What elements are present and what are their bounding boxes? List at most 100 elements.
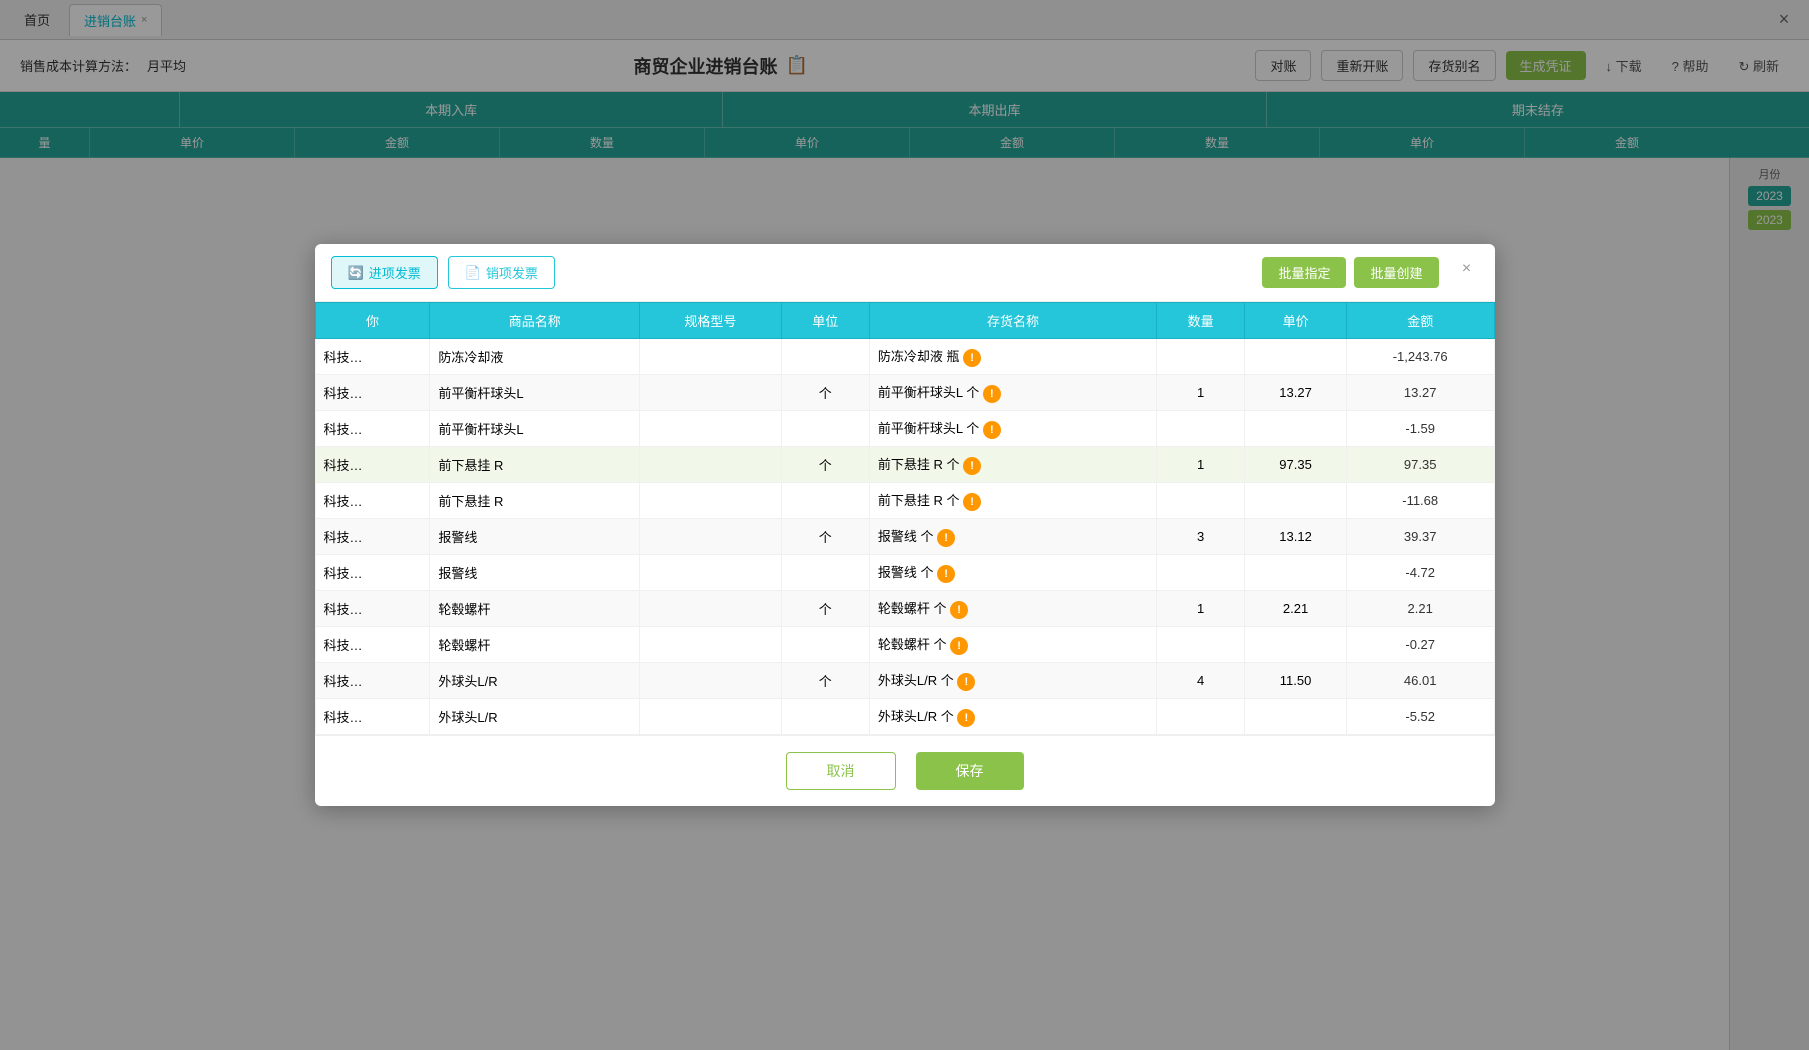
cell-spec: [640, 591, 782, 627]
table-row: 科技… 前平衡杆球头L 个 前平衡杆球头L 个 ! 1 13.27 13.27: [315, 375, 1494, 411]
warn-icon[interactable]: !: [957, 709, 975, 727]
table-row: 科技… 轮毂螺杆 轮毂螺杆 个 ! -0.27: [315, 627, 1494, 663]
cell-stock: 防冻冷却液 瓶 !: [869, 339, 1156, 375]
cell-spec: [640, 519, 782, 555]
th-company: 你: [315, 303, 430, 339]
cell-qty: [1157, 555, 1245, 591]
incoming-tab-icon: 🔄: [348, 265, 364, 281]
cell-spec: [640, 663, 782, 699]
warn-icon[interactable]: !: [963, 493, 981, 511]
cell-company: 科技…: [315, 519, 430, 555]
cell-product: 报警线: [430, 555, 640, 591]
warn-icon[interactable]: !: [937, 529, 955, 547]
cell-unit: 个: [781, 519, 869, 555]
cell-stock: 轮毂螺杆 个 !: [869, 591, 1156, 627]
cell-unit: 个: [781, 447, 869, 483]
th-unit: 单位: [781, 303, 869, 339]
cell-qty: 1: [1157, 447, 1245, 483]
cell-unit: [781, 627, 869, 663]
cell-product: 轮毂螺杆: [430, 627, 640, 663]
modal-overlay: 🔄 进项发票 📄 销项发票 批量指定 批量创建 × 你 商品名称 规格型: [0, 0, 1809, 1050]
incoming-tab-label: 进项发票: [369, 263, 421, 282]
cell-price: 13.12: [1245, 519, 1347, 555]
modal-table: 你 商品名称 规格型号 单位 存货名称 数量 单价 金额 科技… 防冻冷却液 防…: [315, 302, 1495, 735]
cell-unit: [781, 339, 869, 375]
modal-close-button[interactable]: ×: [1455, 257, 1479, 281]
warn-icon[interactable]: !: [957, 673, 975, 691]
table-row: 科技… 外球头L/R 个 外球头L/R 个 ! 4 11.50 46.01: [315, 663, 1494, 699]
th-amount: 金额: [1346, 303, 1494, 339]
table-header-row: 你 商品名称 规格型号 单位 存货名称 数量 单价 金额: [315, 303, 1494, 339]
cell-unit: 个: [781, 375, 869, 411]
cancel-button[interactable]: 取消: [786, 752, 896, 790]
cell-company: 科技…: [315, 555, 430, 591]
table-row: 科技… 前平衡杆球头L 前平衡杆球头L 个 ! -1.59: [315, 411, 1494, 447]
cell-company: 科技…: [315, 447, 430, 483]
cell-product: 外球头L/R: [430, 699, 640, 735]
cell-product: 前下悬挂 R: [430, 447, 640, 483]
cell-stock: 报警线 个 !: [869, 555, 1156, 591]
modal-header-right: 批量指定 批量创建 ×: [1262, 257, 1478, 288]
table-row: 科技… 报警线 报警线 个 ! -4.72: [315, 555, 1494, 591]
cell-amount: -4.72: [1346, 555, 1494, 591]
cell-unit: [781, 483, 869, 519]
cell-price: [1245, 627, 1347, 663]
cell-stock: 外球头L/R 个 !: [869, 699, 1156, 735]
cell-company: 科技…: [315, 627, 430, 663]
outgoing-tab-icon: 📄: [465, 265, 481, 281]
cell-spec: [640, 555, 782, 591]
cell-product: 轮毂螺杆: [430, 591, 640, 627]
modal-dialog: 🔄 进项发票 📄 销项发票 批量指定 批量创建 × 你 商品名称 规格型: [315, 244, 1495, 806]
warn-icon[interactable]: !: [937, 565, 955, 583]
batch-assign-button[interactable]: 批量指定: [1262, 257, 1346, 288]
cell-qty: [1157, 483, 1245, 519]
invoice-table: 你 商品名称 规格型号 单位 存货名称 数量 单价 金额 科技… 防冻冷却液 防…: [315, 302, 1495, 735]
cell-price: [1245, 483, 1347, 519]
cell-qty: [1157, 699, 1245, 735]
warn-icon[interactable]: !: [950, 601, 968, 619]
cell-qty: [1157, 339, 1245, 375]
cell-qty: [1157, 627, 1245, 663]
cell-qty: 1: [1157, 591, 1245, 627]
cell-price: 11.50: [1245, 663, 1347, 699]
cell-price: 97.35: [1245, 447, 1347, 483]
cell-stock: 前下悬挂 R 个 !: [869, 447, 1156, 483]
cell-stock: 外球头L/R 个 !: [869, 663, 1156, 699]
cell-spec: [640, 483, 782, 519]
cell-product: 防冻冷却液: [430, 339, 640, 375]
cell-amount: 2.21: [1346, 591, 1494, 627]
warn-icon[interactable]: !: [963, 457, 981, 475]
cell-unit: 个: [781, 663, 869, 699]
save-button[interactable]: 保存: [916, 752, 1024, 790]
table-row: 科技… 防冻冷却液 防冻冷却液 瓶 ! -1,243.76: [315, 339, 1494, 375]
tab-outgoing-invoice[interactable]: 📄 销项发票: [448, 256, 555, 289]
th-price: 单价: [1245, 303, 1347, 339]
cell-price: [1245, 699, 1347, 735]
cell-price: 13.27: [1245, 375, 1347, 411]
warn-icon[interactable]: !: [950, 637, 968, 655]
cell-price: 2.21: [1245, 591, 1347, 627]
table-row: 科技… 外球头L/R 外球头L/R 个 ! -5.52: [315, 699, 1494, 735]
cell-product: 前平衡杆球头L: [430, 411, 640, 447]
batch-create-button[interactable]: 批量创建: [1354, 257, 1438, 288]
outgoing-tab-label: 销项发票: [486, 263, 538, 282]
cell-company: 科技…: [315, 375, 430, 411]
cell-spec: [640, 699, 782, 735]
cell-product: 报警线: [430, 519, 640, 555]
table-row: 科技… 前下悬挂 R 前下悬挂 R 个 ! -11.68: [315, 483, 1494, 519]
cell-stock: 前下悬挂 R 个 !: [869, 483, 1156, 519]
cell-price: [1245, 339, 1347, 375]
table-row: 科技… 报警线 个 报警线 个 ! 3 13.12 39.37: [315, 519, 1494, 555]
warn-icon[interactable]: !: [983, 421, 1001, 439]
cell-company: 科技…: [315, 411, 430, 447]
cell-stock: 报警线 个 !: [869, 519, 1156, 555]
cell-amount: -5.52: [1346, 699, 1494, 735]
warn-icon[interactable]: !: [963, 349, 981, 367]
th-spec: 规格型号: [640, 303, 782, 339]
cell-spec: [640, 339, 782, 375]
cell-price: [1245, 411, 1347, 447]
tab-incoming-invoice[interactable]: 🔄 进项发票: [331, 256, 438, 289]
warn-icon[interactable]: !: [983, 385, 1001, 403]
cell-price: [1245, 555, 1347, 591]
cell-spec: [640, 447, 782, 483]
